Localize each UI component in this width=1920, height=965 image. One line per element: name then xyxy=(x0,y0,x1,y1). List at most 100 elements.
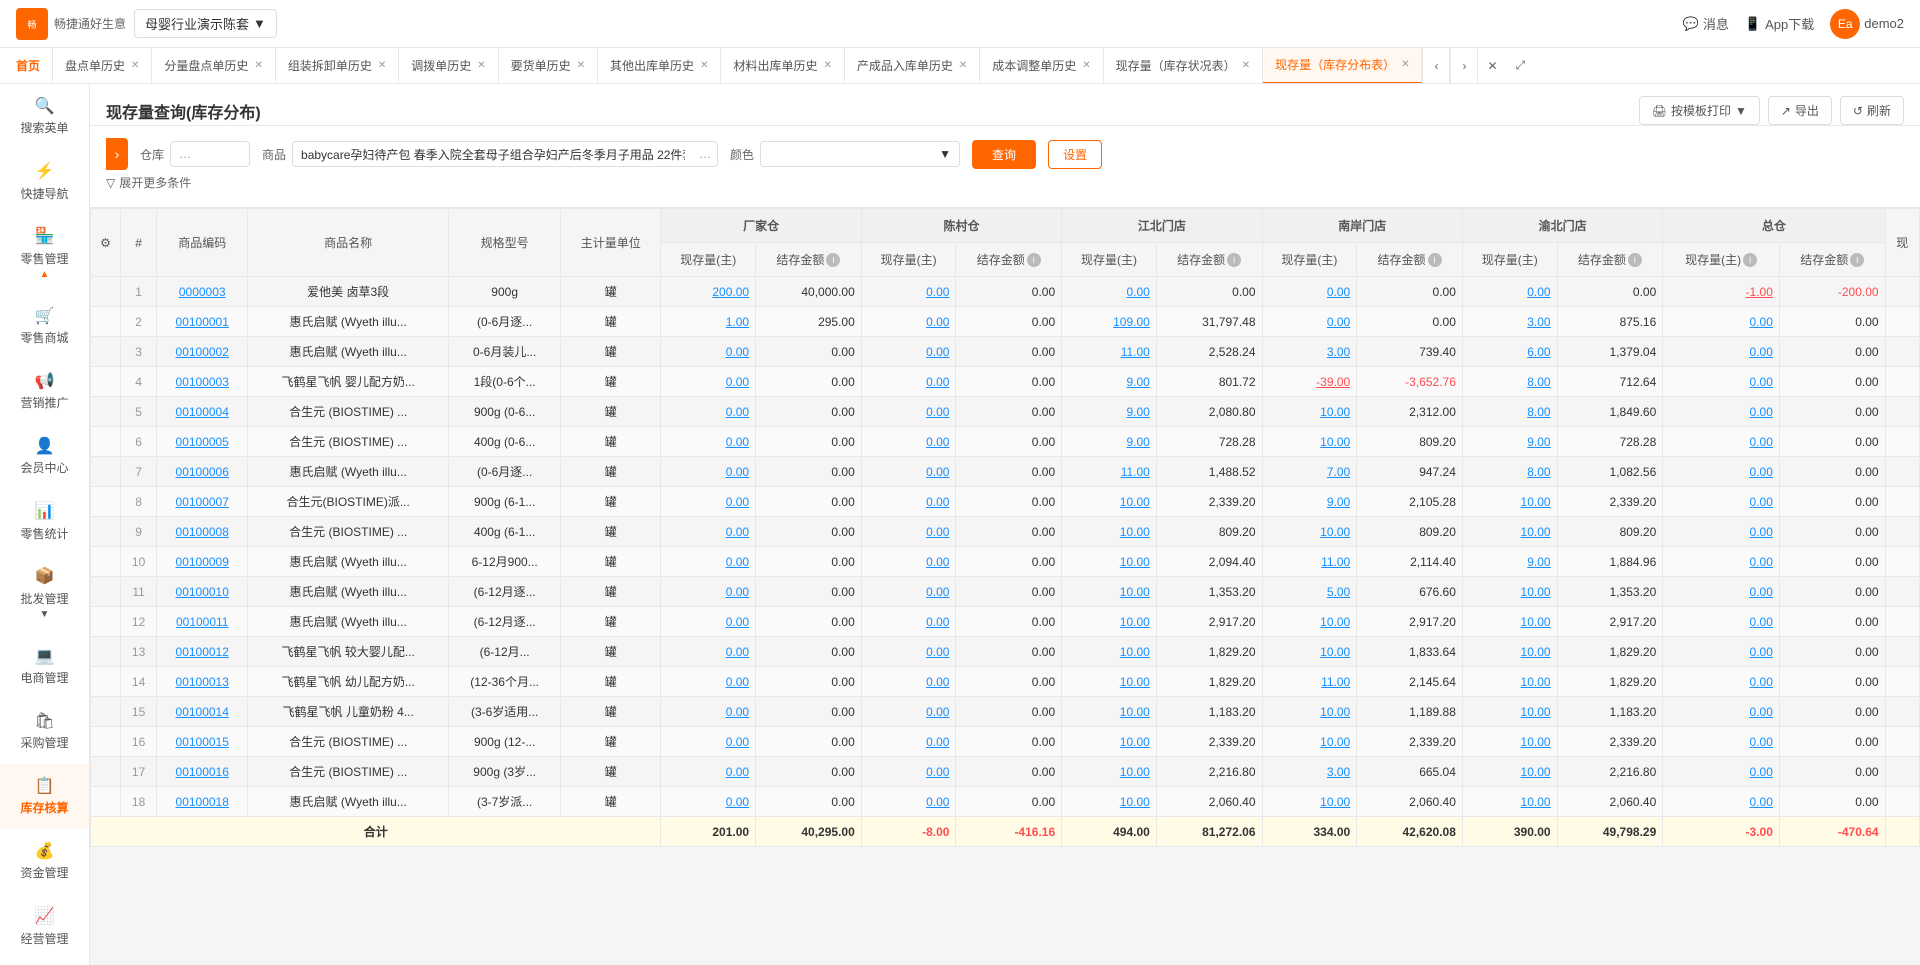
row-code[interactable]: 00100013 xyxy=(157,667,248,697)
row-yuibei-stock[interactable]: 10.00 xyxy=(1462,667,1557,697)
row-yuibei-stock[interactable]: 10.00 xyxy=(1462,727,1557,757)
row-chen-stock[interactable]: 0.00 xyxy=(861,457,956,487)
row-factory-stock[interactable]: 0.00 xyxy=(661,457,756,487)
tab-allocation[interactable]: 调拨单历史 ✕ xyxy=(399,48,498,84)
row-code[interactable]: 00100012 xyxy=(157,637,248,667)
row-factory-stock[interactable]: 0.00 xyxy=(661,667,756,697)
row-chen-stock[interactable]: 0.00 xyxy=(861,337,956,367)
row-factory-stock[interactable]: 1.00 xyxy=(661,307,756,337)
row-jiangbei-stock[interactable]: 11.00 xyxy=(1062,457,1157,487)
row-total-stock[interactable]: 0.00 xyxy=(1663,637,1780,667)
row-code[interactable]: 00100005 xyxy=(157,427,248,457)
row-nanan-stock[interactable]: 0.00 xyxy=(1262,307,1357,337)
row-chen-stock[interactable]: 0.00 xyxy=(861,487,956,517)
row-total-stock[interactable]: 0.00 xyxy=(1663,787,1780,817)
row-total-stock[interactable]: 0.00 xyxy=(1663,367,1780,397)
tab-requisition[interactable]: 要货单历史 ✕ xyxy=(499,48,598,84)
row-jiangbei-stock[interactable]: 10.00 xyxy=(1062,757,1157,787)
sidebar-item-search[interactable]: 🔍 搜索英单 xyxy=(0,84,89,149)
row-chen-stock[interactable]: 0.00 xyxy=(861,547,956,577)
row-jiangbei-stock[interactable]: 9.00 xyxy=(1062,397,1157,427)
tab-expand-btn[interactable]: ⤢ xyxy=(1506,48,1534,84)
row-factory-stock[interactable]: 0.00 xyxy=(661,727,756,757)
row-yuibei-stock[interactable]: 6.00 xyxy=(1462,337,1557,367)
row-jiangbei-stock[interactable]: 10.00 xyxy=(1062,607,1157,637)
row-chen-stock[interactable]: 0.00 xyxy=(861,757,956,787)
row-chen-stock[interactable]: 0.00 xyxy=(861,697,956,727)
row-yuibei-stock[interactable]: 8.00 xyxy=(1462,397,1557,427)
row-nanan-stock[interactable]: 10.00 xyxy=(1262,607,1357,637)
tab-close-icon[interactable]: ✕ xyxy=(577,60,585,71)
row-total-stock[interactable]: 0.00 xyxy=(1663,397,1780,427)
row-factory-stock[interactable]: 0.00 xyxy=(661,757,756,787)
row-code[interactable]: 00100011 xyxy=(157,607,248,637)
row-factory-stock[interactable]: 0.00 xyxy=(661,697,756,727)
row-code[interactable]: 00100015 xyxy=(157,727,248,757)
row-code[interactable]: 00100006 xyxy=(157,457,248,487)
export-btn[interactable]: ↗ 导出 xyxy=(1768,96,1832,125)
row-chen-stock[interactable]: 0.00 xyxy=(861,277,956,307)
row-chen-stock[interactable]: 0.00 xyxy=(861,607,956,637)
product-dots-btn[interactable]: … xyxy=(693,147,717,161)
row-factory-stock[interactable]: 0.00 xyxy=(661,397,756,427)
row-yuibei-stock[interactable]: 8.00 xyxy=(1462,457,1557,487)
tab-sub-inventory[interactable]: 分量盘点单历史 ✕ xyxy=(152,48,275,84)
row-code[interactable]: 00100007 xyxy=(157,487,248,517)
tab-close-icon[interactable]: ✕ xyxy=(1242,60,1250,71)
sidebar-item-retail-mgmt[interactable]: 🏪 零售管理 ▲ xyxy=(0,214,89,293)
row-code[interactable]: 00100003 xyxy=(157,367,248,397)
row-total-stock[interactable]: 0.00 xyxy=(1663,487,1780,517)
row-nanan-stock[interactable]: 9.00 xyxy=(1262,487,1357,517)
row-nanan-stock[interactable]: 5.00 xyxy=(1262,577,1357,607)
row-yuibei-stock[interactable]: 10.00 xyxy=(1462,607,1557,637)
row-total-stock[interactable]: 0.00 xyxy=(1663,607,1780,637)
sidebar-item-finance[interactable]: 💰 资金管理 xyxy=(0,829,89,894)
row-code[interactable]: 00100002 xyxy=(157,337,248,367)
row-chen-stock[interactable]: 0.00 xyxy=(861,397,956,427)
row-nanan-stock[interactable]: 10.00 xyxy=(1262,637,1357,667)
row-nanan-stock[interactable]: 11.00 xyxy=(1262,667,1357,697)
search-btn[interactable]: 查询 xyxy=(972,140,1036,169)
tab-close-icon[interactable]: ✕ xyxy=(378,60,386,71)
row-nanan-stock[interactable]: 3.00 xyxy=(1262,757,1357,787)
row-total-stock[interactable]: 0.00 xyxy=(1663,727,1780,757)
tab-stock-dist[interactable]: 现存量（库存分布表） ✕ xyxy=(1263,48,1422,84)
row-code[interactable]: 00100008 xyxy=(157,517,248,547)
row-factory-stock[interactable]: 0.00 xyxy=(661,427,756,457)
row-chen-stock[interactable]: 0.00 xyxy=(861,367,956,397)
product-input[interactable] xyxy=(293,142,693,166)
app-download-btn[interactable]: 📱 App下载 xyxy=(1745,14,1814,33)
row-nanan-stock[interactable]: 10.00 xyxy=(1262,397,1357,427)
tab-other-out[interactable]: 其他出库单历史 ✕ xyxy=(598,48,721,84)
row-chen-stock[interactable]: 0.00 xyxy=(861,667,956,697)
tab-close-icon[interactable]: ✕ xyxy=(131,60,139,71)
row-chen-stock[interactable]: 0.00 xyxy=(861,637,956,667)
row-code[interactable]: 0000003 xyxy=(157,277,248,307)
tab-material-out[interactable]: 材料出库单历史 ✕ xyxy=(721,48,844,84)
row-nanan-stock[interactable]: 10.00 xyxy=(1262,787,1357,817)
row-chen-stock[interactable]: 0.00 xyxy=(861,787,956,817)
sidebar-item-marketing[interactable]: 📢 营销推广 xyxy=(0,359,89,424)
sidebar-item-retail-stats[interactable]: 📊 零售统计 xyxy=(0,489,89,554)
row-jiangbei-stock[interactable]: 10.00 xyxy=(1062,487,1157,517)
row-yuibei-stock[interactable]: 10.00 xyxy=(1462,757,1557,787)
row-jiangbei-stock[interactable]: 10.00 xyxy=(1062,727,1157,757)
row-total-stock[interactable]: 0.00 xyxy=(1663,457,1780,487)
tab-combo-disassemble[interactable]: 组装拆卸单历史 ✕ xyxy=(276,48,399,84)
row-nanan-stock[interactable]: 0.00 xyxy=(1262,277,1357,307)
row-nanan-stock[interactable]: 10.00 xyxy=(1262,427,1357,457)
industry-selector[interactable]: 母婴行业演示陈套 ▼ xyxy=(134,9,277,38)
tab-close-icon[interactable]: ✕ xyxy=(254,60,262,71)
tab-close-icon[interactable]: ✕ xyxy=(700,60,708,71)
row-jiangbei-stock[interactable]: 9.00 xyxy=(1062,427,1157,457)
tab-close-icon[interactable]: ✕ xyxy=(823,60,831,71)
row-factory-stock[interactable]: 0.00 xyxy=(661,547,756,577)
row-yuibei-stock[interactable]: 10.00 xyxy=(1462,577,1557,607)
sidebar-item-quick-nav[interactable]: ⚡ 快捷导航 xyxy=(0,149,89,214)
row-jiangbei-stock[interactable]: 10.00 xyxy=(1062,517,1157,547)
row-total-stock[interactable]: 0.00 xyxy=(1663,517,1780,547)
row-jiangbei-stock[interactable]: 0.00 xyxy=(1062,277,1157,307)
expand-more-btn[interactable]: ▽ 展开更多条件 xyxy=(106,170,1904,195)
row-nanan-stock[interactable]: -39.00 xyxy=(1262,367,1357,397)
sidebar-item-inventory[interactable]: 📋 库存核算 xyxy=(0,764,89,829)
